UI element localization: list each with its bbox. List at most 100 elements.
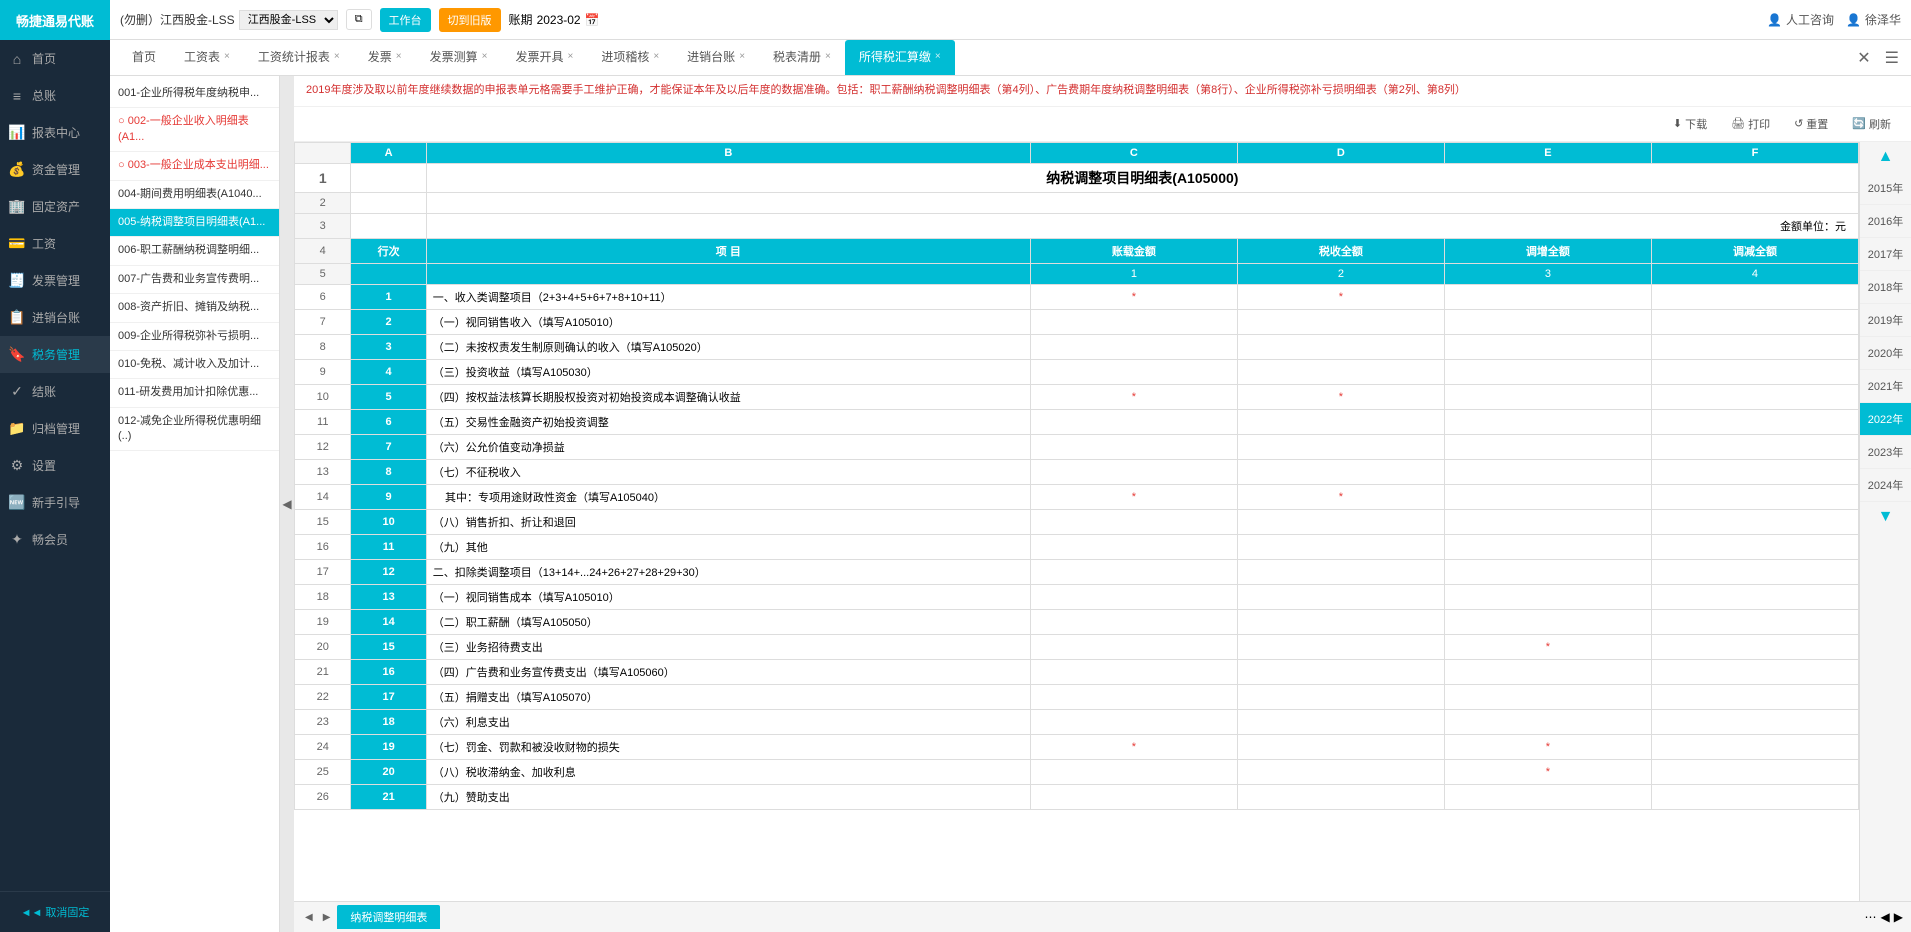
sheet-tab-adjust[interactable]: 纳税调整明细表: [337, 905, 440, 929]
year-2022[interactable]: 2022年: [1860, 403, 1911, 436]
sidebar-item-salary[interactable]: 💳 工资: [0, 225, 110, 262]
print-btn[interactable]: 🖨 打印: [1723, 113, 1778, 135]
purchase-icon: 📋: [8, 309, 26, 326]
sidebar-item-settings[interactable]: ⚙ 设置: [0, 447, 110, 484]
scroll-left[interactable]: ◀: [1881, 910, 1890, 924]
year-2024[interactable]: 2024年: [1860, 469, 1911, 502]
left-item-004[interactable]: 004-期间费用明细表(A1040...: [110, 181, 279, 209]
col-d-header-cell: 税收全额: [1237, 238, 1444, 263]
sidebar-item-archive-label: 归档管理: [32, 420, 80, 437]
tab-invoice[interactable]: 发票×: [354, 40, 416, 75]
table-row: 19 14 （二）职工薪酬（填写A105050）: [295, 609, 1859, 634]
sidebar-item-report[interactable]: 📊 报表中心: [0, 114, 110, 151]
left-item-008[interactable]: 008-资产折旧、摊销及纳税...: [110, 294, 279, 322]
tab-incoming[interactable]: 进项稽核×: [587, 40, 673, 75]
year-2019[interactable]: 2019年: [1860, 304, 1911, 337]
sidebar-item-settle[interactable]: ✓ 结账: [0, 373, 110, 410]
tab-ledger[interactable]: 进销台账×: [673, 40, 759, 75]
row-num-1: 1: [295, 163, 351, 192]
year-2016[interactable]: 2016年: [1860, 205, 1911, 238]
sidebar-item-guide[interactable]: 🆕 新手引导: [0, 484, 110, 521]
tab-salary-close[interactable]: ×: [224, 51, 230, 62]
tab-home[interactable]: 首页: [118, 40, 170, 75]
tab-invoice-close[interactable]: ×: [396, 51, 402, 62]
year-2023[interactable]: 2023年: [1860, 436, 1911, 469]
header-row-4: 4 行次 项 目 账载金额 税收全额 调增全额 调减全额: [295, 238, 1859, 263]
sidebar-item-ledger[interactable]: ≡ 总账: [0, 77, 110, 114]
table-row: 6 1 一、收入类调整项目（2+3+4+5+6+7+8+10+11） * *: [295, 284, 1859, 309]
copy-btn[interactable]: ⧉: [346, 9, 372, 30]
sheet-nav-left[interactable]: ◀: [302, 912, 316, 923]
tabs-close-all[interactable]: ✕: [1853, 48, 1874, 68]
col-c-header-cell: 账载金额: [1030, 238, 1237, 263]
sheet-nav-right[interactable]: ▶: [320, 912, 334, 923]
sidebar-item-tax-label: 税务管理: [32, 346, 80, 363]
year-up-btn[interactable]: ▲: [1878, 142, 1894, 172]
left-item-012[interactable]: 012-减免企业所得税优惠明细(..): [110, 408, 279, 452]
tab-salary-report[interactable]: 工资统计报表×: [244, 40, 354, 75]
panel-toggle[interactable]: ◀: [280, 76, 294, 932]
sidebar-item-archive[interactable]: 📁 归档管理: [0, 410, 110, 447]
year-2018[interactable]: 2018年: [1860, 271, 1911, 304]
year-2021[interactable]: 2021年: [1860, 370, 1911, 403]
sidebar-item-member[interactable]: ✦ 畅会员: [0, 521, 110, 558]
tab-salary-report-close[interactable]: ×: [334, 51, 340, 62]
tab-invoice-calc[interactable]: 发票测算×: [416, 40, 502, 75]
home-icon: ⌂: [8, 51, 26, 67]
table-title: 纳税调整项目明细表(A105000): [426, 163, 1858, 192]
tab-income-tax[interactable]: 所得税汇算缴×: [845, 40, 955, 75]
consult-icon: 👤: [1767, 13, 1782, 27]
consult-btn[interactable]: 👤 人工咨询: [1767, 11, 1834, 28]
sidebar-item-ledger-label: 总账: [32, 87, 56, 104]
tab-incoming-close[interactable]: ×: [653, 51, 659, 62]
sidebar-item-invoice[interactable]: 🧾 发票管理: [0, 262, 110, 299]
switch-old-btn[interactable]: 切到旧版: [439, 8, 501, 32]
calendar-icon[interactable]: 📅: [585, 13, 600, 27]
left-item-010[interactable]: 010-免税、减计收入及加计...: [110, 351, 279, 379]
table-row: 8 3 （二）未按权责发生制原则确认的收入（填写A105020）: [295, 334, 1859, 359]
tab-invoice-calc-close[interactable]: ×: [482, 51, 488, 62]
user-info[interactable]: 👤 徐泽华: [1846, 11, 1901, 28]
work-bench-btn[interactable]: 工作台: [380, 8, 431, 32]
print-label: 打印: [1748, 116, 1770, 132]
left-item-005[interactable]: 005-纳税调整项目明细表(A1...: [110, 209, 279, 237]
year-2017[interactable]: 2017年: [1860, 238, 1911, 271]
unpin-button[interactable]: ◄◄ 取消固定: [8, 900, 102, 924]
left-item-009[interactable]: 009-企业所得税弥补亏损明...: [110, 323, 279, 351]
tab-tax-table[interactable]: 税表清册×: [759, 40, 845, 75]
scroll-right[interactable]: ▶: [1894, 910, 1903, 924]
right-panel: 2019年度涉及取以前年度继续数据的申报表单元格需要手工维护正确，才能保证本年及…: [294, 76, 1911, 932]
table-row: 22 17 （五）捐赠支出（填写A105070）: [295, 684, 1859, 709]
sidebar-item-assets[interactable]: 🏢 固定资产: [0, 188, 110, 225]
refresh-btn[interactable]: 🔄 刷新: [1844, 113, 1899, 135]
sidebar-item-finance[interactable]: 💰 资金管理: [0, 151, 110, 188]
left-item-007[interactable]: 007-广告费和业务宣传费明...: [110, 266, 279, 294]
year-2020[interactable]: 2020年: [1860, 337, 1911, 370]
left-panel: 001-企业所得税年度纳税申... 002-一般企业收入明细表(A1... 00…: [110, 76, 280, 932]
sidebar-item-assets-label: 固定资产: [32, 198, 80, 215]
tabs-menu[interactable]: ☰: [1881, 48, 1903, 68]
tab-ledger-close[interactable]: ×: [739, 51, 745, 62]
sub-b: [426, 263, 1030, 284]
left-item-002[interactable]: 002-一般企业收入明细表(A1...: [110, 108, 279, 152]
tab-salary[interactable]: 工资表×: [170, 40, 244, 75]
sidebar-item-tax[interactable]: 🔖 税务管理: [0, 336, 110, 373]
tab-tax-table-close[interactable]: ×: [825, 51, 831, 62]
download-btn[interactable]: ⬇ 下载: [1665, 113, 1715, 135]
left-item-006[interactable]: 006-职工薪酬纳税调整明细...: [110, 237, 279, 265]
company-dropdown[interactable]: 江西股金-LSS: [239, 10, 338, 30]
tab-invoice-open[interactable]: 发票开具×: [501, 40, 587, 75]
sidebar-item-home[interactable]: ⌂ 首页: [0, 40, 110, 77]
left-item-001[interactable]: 001-企业所得税年度纳税申...: [110, 80, 279, 108]
left-item-003[interactable]: 003-一般企业成本支出明细...: [110, 152, 279, 180]
tab-invoice-open-close[interactable]: ×: [567, 51, 573, 62]
table-row: 17 12 二、扣除类调整项目（13+14+...24+26+27+28+29+…: [295, 559, 1859, 584]
period-label: 账期: [509, 11, 533, 28]
left-item-011[interactable]: 011-研发费用加计扣除优惠...: [110, 379, 279, 407]
year-2015[interactable]: 2015年: [1860, 172, 1911, 205]
year-down-btn[interactable]: ▼: [1878, 502, 1894, 532]
sidebar-item-purchase[interactable]: 📋 进销台账: [0, 299, 110, 336]
reset-btn[interactable]: ↺ 重置: [1786, 113, 1836, 135]
tab-income-tax-close[interactable]: ×: [935, 51, 941, 62]
table-row: 11 6 （五）交易性金融资产初始投资调整: [295, 409, 1859, 434]
